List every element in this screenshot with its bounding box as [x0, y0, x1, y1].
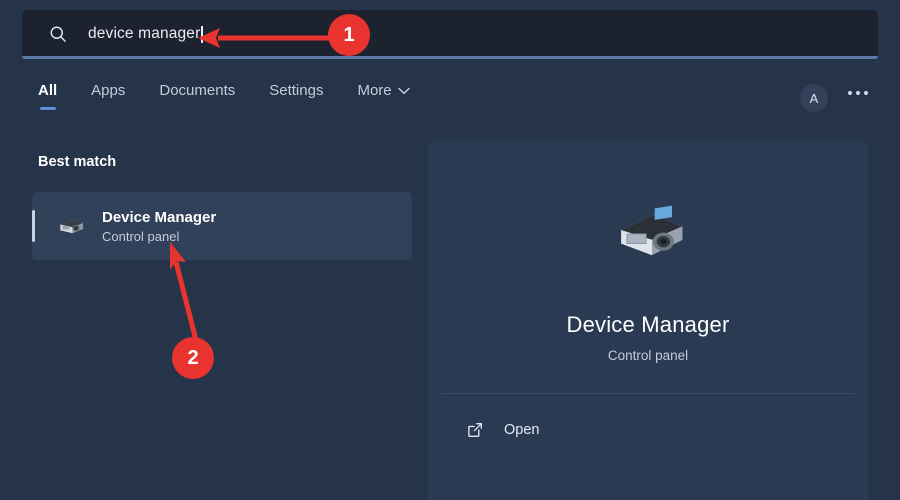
text-caret	[201, 26, 203, 43]
filter-tabs-row: All Apps Documents Settings More	[0, 76, 900, 122]
tab-documents-label: Documents	[159, 82, 235, 99]
tab-all[interactable]: All	[38, 76, 57, 103]
avatar[interactable]: A	[800, 84, 828, 112]
detail-subtitle: Control panel	[608, 348, 688, 363]
avatar-initial: A	[810, 91, 819, 106]
tab-apps-label: Apps	[91, 82, 125, 99]
annotation-badge-2-label: 2	[187, 347, 198, 370]
annotation-badge-1-label: 1	[343, 24, 354, 47]
tab-settings[interactable]: Settings	[269, 76, 323, 103]
tab-settings-label: Settings	[269, 82, 323, 99]
tab-more[interactable]: More	[357, 76, 409, 103]
detail-panel: Device Manager Control panel Open	[428, 140, 868, 500]
search-input-value[interactable]: device manager	[88, 25, 200, 43]
device-manager-icon	[54, 209, 88, 243]
detail-title: Device Manager	[567, 312, 730, 338]
list-item-text: Device Manager Control panel	[102, 209, 216, 244]
external-link-icon	[466, 421, 484, 439]
selected-indicator	[32, 210, 35, 242]
list-item-subtitle: Control panel	[102, 229, 216, 244]
tab-more-label: More	[357, 82, 391, 99]
search-icon	[48, 24, 68, 44]
list-item-title: Device Manager	[102, 209, 216, 226]
tab-apps[interactable]: Apps	[91, 76, 125, 103]
annotation-badge-1: 1	[328, 14, 370, 56]
best-match-label: Best match	[38, 154, 116, 170]
list-item[interactable]: Device Manager Control panel	[32, 192, 412, 260]
tab-documents[interactable]: Documents	[159, 76, 235, 103]
device-manager-icon	[602, 188, 694, 280]
filter-tabs: All Apps Documents Settings More	[38, 76, 444, 103]
search-bar[interactable]: device manager	[22, 10, 878, 58]
tab-all-label: All	[38, 82, 57, 99]
windows-search-panel: device manager All Apps Documents Settin…	[0, 0, 900, 500]
search-bar-accent-underline	[22, 56, 878, 59]
open-action[interactable]: Open	[442, 410, 854, 450]
ellipsis-icon[interactable]	[848, 91, 868, 95]
annotation-badge-2: 2	[172, 337, 214, 379]
divider	[442, 393, 854, 394]
open-label: Open	[504, 422, 539, 438]
chevron-down-icon	[398, 87, 410, 95]
tab-active-indicator	[40, 107, 56, 110]
